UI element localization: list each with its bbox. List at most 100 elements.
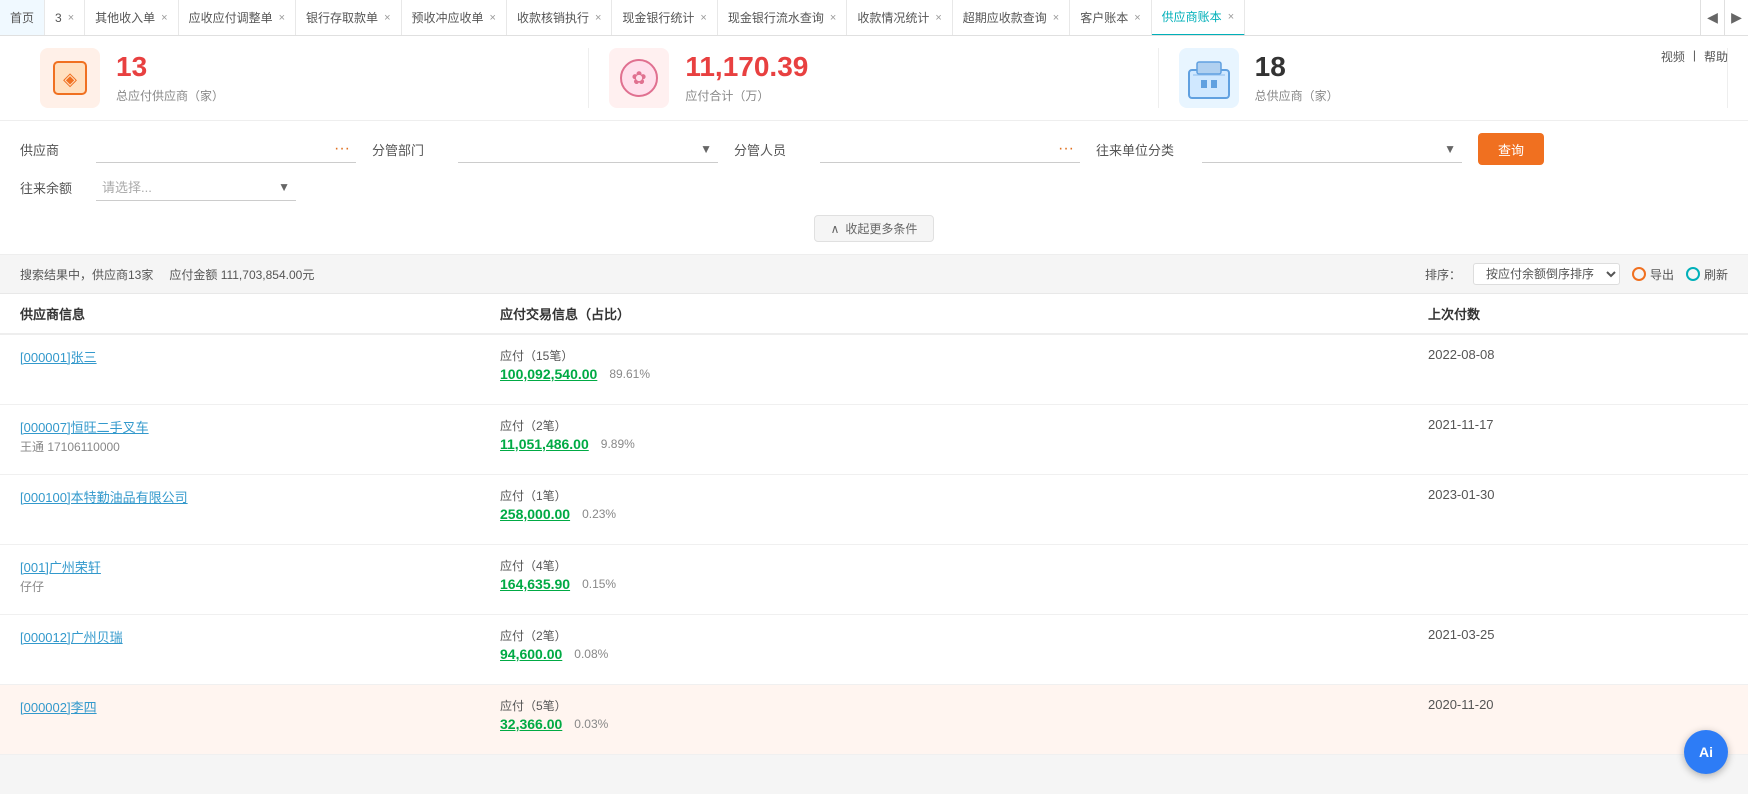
unit-type-filter-label: 往来单位分类	[1096, 140, 1186, 159]
supplier-link[interactable]: [000002]李四	[20, 700, 97, 715]
nav-next-button[interactable]: ▶	[1724, 0, 1748, 36]
nav-tab-receipt-verify[interactable]: 收款核销执行 ×	[507, 0, 612, 36]
supplier-filter-input[interactable]: ···	[96, 135, 356, 163]
table-header: 供应商信息 应付交易信息（占比） 上次付数	[0, 294, 1748, 335]
ai-badge[interactable]: Ai	[1684, 730, 1728, 774]
close-icon[interactable]: ×	[595, 12, 601, 24]
nav-arrows: ◀ ▶	[1700, 0, 1748, 36]
nav-tab-bank-deposit[interactable]: 银行存取款单 ×	[296, 0, 401, 36]
refresh-button[interactable]: 刷新	[1686, 266, 1728, 283]
close-icon[interactable]: ×	[384, 12, 390, 24]
collapse-button[interactable]: ∧ 收起更多条件	[814, 215, 935, 242]
close-icon[interactable]: ×	[935, 12, 941, 24]
suppliers-payable-count: 13	[116, 52, 224, 83]
header-last-pay: 上次付数	[1428, 304, 1728, 323]
table-row: [001]广州荣轩 仔仔 应付（4笔） 164,635.90 0.15%	[0, 545, 1748, 615]
close-icon[interactable]: ×	[490, 12, 496, 24]
dept-filter-label: 分管部门	[372, 140, 442, 159]
last-pay-cell: 2021-11-17	[1428, 417, 1728, 462]
supplier-info-cell: [001]广州荣轩 仔仔	[20, 557, 500, 602]
txn-pct: 0.15%	[582, 577, 616, 591]
export-label: 导出	[1650, 266, 1674, 283]
nav-tab-other-income[interactable]: 其他收入单 ×	[85, 0, 178, 36]
txn-amount[interactable]: 94,600.00	[500, 646, 562, 662]
result-amount: 应付金额 111,703,854.00元	[169, 266, 314, 283]
last-pay-cell: 2021-03-25	[1428, 627, 1728, 672]
collapse-button-label: 收起更多条件	[845, 220, 917, 237]
close-icon[interactable]: ×	[700, 12, 706, 24]
nav-tab-3[interactable]: 3 ×	[45, 0, 85, 36]
suppliers-payable-icon: ◈	[40, 48, 100, 108]
nav-tab-receipt-stat-label: 收款情况统计	[857, 9, 929, 26]
txn-amount[interactable]: 32,366.00	[500, 716, 562, 732]
txn-amount[interactable]: 258,000.00	[500, 506, 570, 522]
filter-area: 供应商 ··· 分管部门 ▼ 分管人员 ··· 往来单位分类 ▼ 查询 往来余额…	[0, 121, 1748, 255]
supplier-info-cell: [000100]本特勤油品有限公司	[20, 487, 500, 532]
person-filter-dots: ···	[1058, 140, 1074, 158]
txn-info-cell: 应付（15笔） 100,092,540.00 89.61%	[500, 347, 1428, 392]
export-button[interactable]: 导出	[1632, 266, 1674, 283]
nav-tab-overdue-query[interactable]: 超期应收款查询 ×	[953, 0, 1070, 36]
summary-item-suppliers-payable: ◈ 13 总应付供应商（家）	[20, 48, 589, 108]
help-link[interactable]: 帮助	[1704, 48, 1728, 65]
nav-tab-customer-ledger-label: 客户账本	[1080, 9, 1128, 26]
nav-tab-home[interactable]: 首页	[0, 0, 45, 36]
balance-placeholder: 请选择...	[102, 177, 152, 196]
table-row: [000001]张三 应付（15笔） 100,092,540.00 89.61%…	[0, 335, 1748, 405]
nav-tab-customer-ledger[interactable]: 客户账本 ×	[1070, 0, 1151, 36]
supplier-link[interactable]: [000007]恒旺二手叉车	[20, 420, 149, 435]
supplier-link[interactable]: [001]广州荣轩	[20, 560, 101, 575]
txn-row: 164,635.90 0.15%	[500, 576, 1428, 592]
supplier-info-cell: [000007]恒旺二手叉车 王通 17106110000	[20, 417, 500, 462]
close-icon[interactable]: ×	[279, 12, 285, 24]
close-icon[interactable]: ×	[1053, 12, 1059, 24]
result-info: 搜索结果中，供应商13家 应付金额 111,703,854.00元	[20, 266, 314, 283]
chevron-down-icon: ▼	[700, 142, 712, 156]
nav-tab-cash-bank-stat[interactable]: 现金银行统计 ×	[612, 0, 717, 36]
svg-text:◈: ◈	[63, 69, 77, 89]
table-row: [000012]广州贝瑞 应付（2笔） 94,600.00 0.08% 2021…	[0, 615, 1748, 685]
sort-select[interactable]: 按应付余额倒序排序	[1473, 263, 1620, 285]
summary-item-total-suppliers: 18 总供应商（家）	[1159, 48, 1728, 108]
collapse-up-icon: ∧	[831, 222, 840, 236]
unit-type-filter-select[interactable]: ▼	[1202, 135, 1462, 163]
supplier-link[interactable]: [000100]本特勤油品有限公司	[20, 490, 188, 505]
txn-row: 258,000.00 0.23%	[500, 506, 1428, 522]
close-icon[interactable]: ×	[830, 12, 836, 24]
supplier-link[interactable]: [000001]张三	[20, 350, 97, 365]
table-row: [000100]本特勤油品有限公司 应付（1笔） 258,000.00 0.23…	[0, 475, 1748, 545]
nav-tab-prepay-offset[interactable]: 预收冲应收单 ×	[402, 0, 507, 36]
close-icon[interactable]: ×	[161, 12, 167, 24]
suppliers-payable-label: 总应付供应商（家）	[116, 87, 224, 104]
person-filter-input[interactable]: ···	[820, 135, 1080, 163]
close-icon[interactable]: ×	[1228, 11, 1234, 23]
nav-tab-cash-flow-query[interactable]: 现金银行流水查询 ×	[718, 0, 847, 36]
svg-text:✿: ✿	[632, 68, 647, 88]
filter-row-2: 往来余额 请选择... ▼	[20, 173, 1728, 201]
txn-amount[interactable]: 164,635.90	[500, 576, 570, 592]
close-icon[interactable]: ×	[68, 12, 74, 24]
supplier-link[interactable]: [000012]广州贝瑞	[20, 630, 123, 645]
dept-filter-select[interactable]: ▼	[458, 135, 718, 163]
supplier-filter-label: 供应商	[20, 140, 80, 159]
video-link[interactable]: 视频	[1661, 48, 1685, 65]
table-row: [000002]李四 应付（5笔） 32,366.00 0.03% 2020-1…	[0, 685, 1748, 755]
txn-row: 100,092,540.00 89.61%	[500, 366, 1428, 382]
nav-tab-overdue-query-label: 超期应收款查询	[963, 9, 1047, 26]
close-icon[interactable]: ×	[1134, 12, 1140, 24]
nav-tab-ar-ap-adjust[interactable]: 应收应付调整单 ×	[179, 0, 296, 36]
last-pay-cell: 2022-08-08	[1428, 347, 1728, 392]
total-suppliers-label: 总供应商（家）	[1255, 87, 1339, 104]
txn-amount[interactable]: 100,092,540.00	[500, 366, 597, 382]
txn-amount[interactable]: 11,051,486.00	[500, 436, 589, 452]
right-actions: 排序： 按应付余额倒序排序 导出 刷新	[1425, 263, 1728, 285]
divider: |	[1693, 48, 1696, 65]
balance-filter-select[interactable]: 请选择... ▼	[96, 173, 296, 201]
nav-prev-button[interactable]: ◀	[1700, 0, 1724, 36]
table-body: [000001]张三 应付（15笔） 100,092,540.00 89.61%…	[0, 335, 1748, 755]
last-pay-date: 2023-01-30	[1428, 487, 1495, 502]
nav-tab-receipt-stat[interactable]: 收款情况统计 ×	[847, 0, 952, 36]
chevron-down-icon: ▼	[278, 180, 290, 194]
nav-tab-supplier-ledger[interactable]: 供应商账本 ×	[1152, 0, 1245, 36]
search-button[interactable]: 查询	[1478, 133, 1544, 165]
